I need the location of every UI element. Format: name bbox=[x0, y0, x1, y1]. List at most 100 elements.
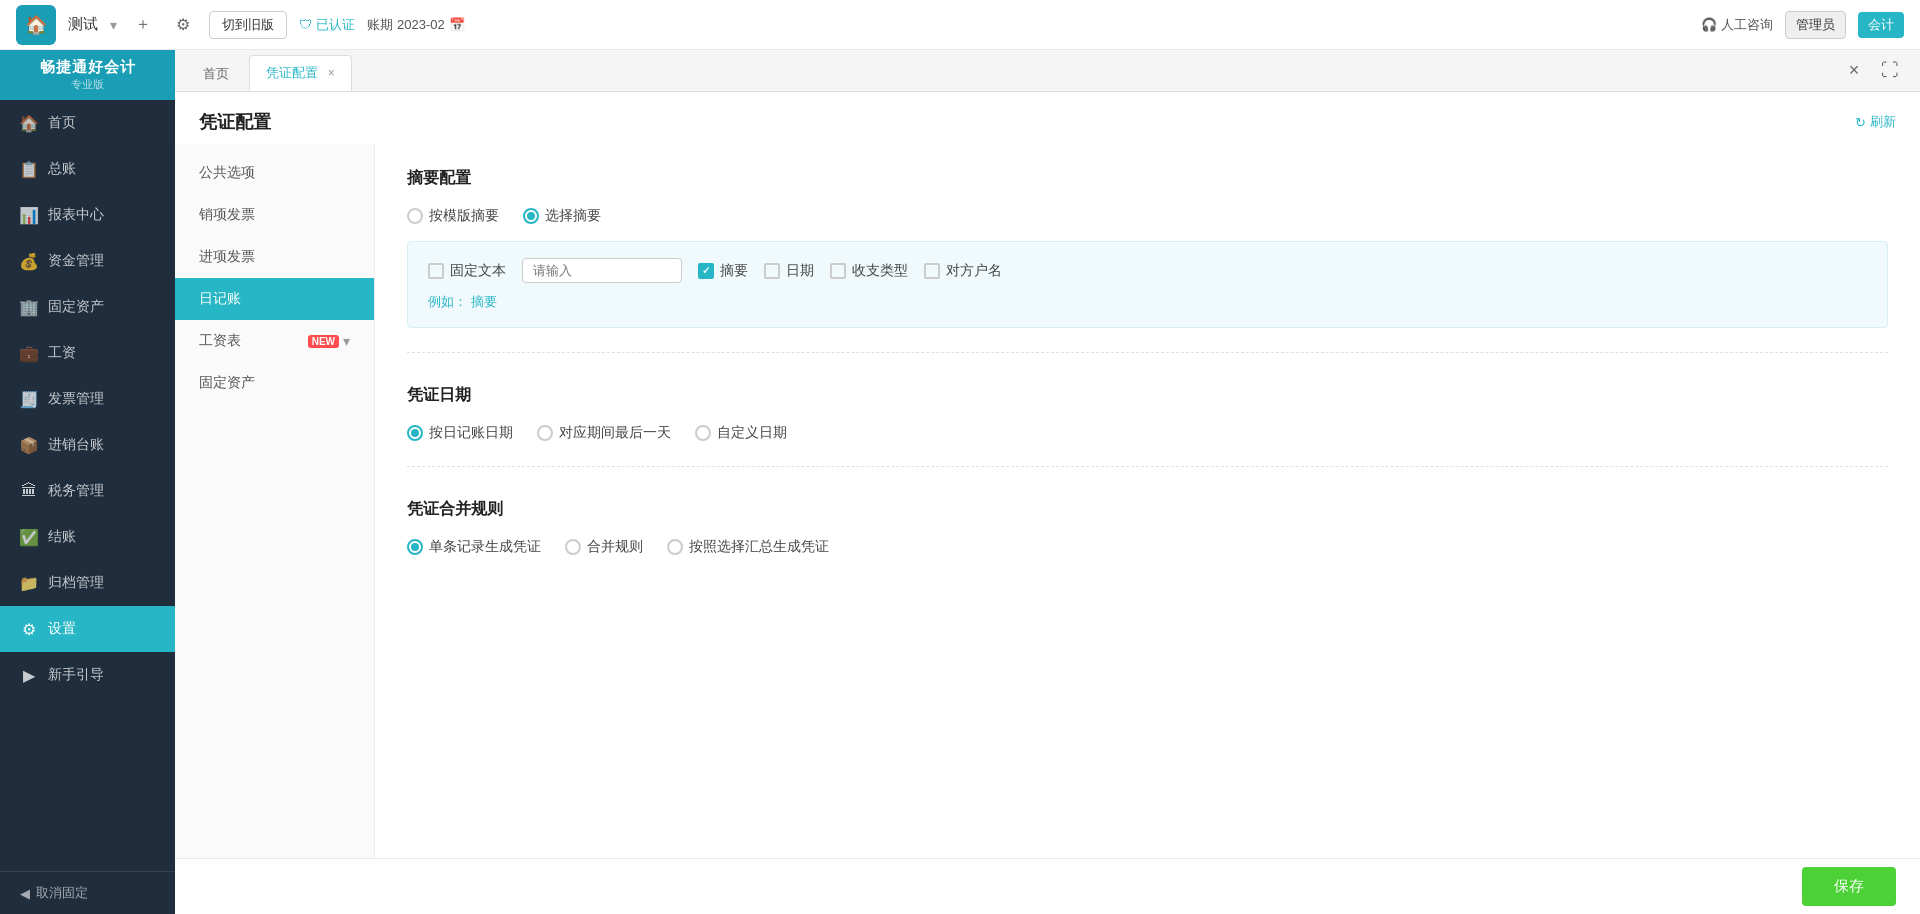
checkbox-counterpart[interactable]: 对方户名 bbox=[924, 262, 1002, 280]
fixed-text-input[interactable] bbox=[522, 258, 682, 283]
project-name: 测试 bbox=[68, 15, 98, 34]
manager-btn[interactable]: 管理员 bbox=[1785, 11, 1846, 39]
sidebar-logo-sub: 专业版 bbox=[71, 77, 104, 92]
checkbox-box-date bbox=[764, 263, 780, 279]
tab-home[interactable]: 首页 bbox=[187, 57, 245, 91]
nav-item-fixed-assets[interactable]: 固定资产 bbox=[175, 362, 374, 404]
radio-dot-select bbox=[527, 212, 535, 220]
sidebar-item-label: 结账 bbox=[48, 528, 76, 546]
report-icon: 📊 bbox=[20, 206, 38, 224]
page-title: 凭证配置 bbox=[199, 110, 271, 134]
save-button[interactable]: 保存 bbox=[1802, 867, 1896, 906]
example-text: 例如： 摘要 bbox=[428, 293, 1867, 311]
summary-title: 摘要配置 bbox=[407, 168, 1888, 189]
tax-icon: 🏛 bbox=[20, 482, 38, 500]
topbar: 🏠 测试 ▾ ＋ ⚙ 切到旧版 🛡 已认证 账期 2023-02 📅 🎧 人工咨… bbox=[0, 0, 1920, 50]
sidebar-item-label: 发票管理 bbox=[48, 390, 104, 408]
tab-voucher-config[interactable]: 凭证配置 × bbox=[249, 55, 352, 91]
sidebar-item-invoice[interactable]: 🧾 发票管理 bbox=[0, 376, 175, 422]
nav-item-journal[interactable]: 日记账 bbox=[175, 278, 374, 320]
project-dropdown-icon[interactable]: ▾ bbox=[110, 17, 117, 33]
sidebar-item-home[interactable]: 🏠 首页 bbox=[0, 100, 175, 146]
refresh-btn[interactable]: ↻ 刷新 bbox=[1855, 113, 1896, 131]
summary-config-row: 固定文本 ✓ 摘要 bbox=[428, 258, 1867, 283]
right-panel-scroll: 摘要配置 按模版摘要 bbox=[375, 144, 1920, 858]
home-icon: 🏠 bbox=[20, 114, 38, 132]
sidebar-item-settle[interactable]: ✅ 结账 bbox=[0, 514, 175, 560]
sidebar-item-label: 进销台账 bbox=[48, 436, 104, 454]
calendar-icon[interactable]: 📅 bbox=[449, 17, 465, 32]
invoice-icon: 🧾 bbox=[20, 390, 38, 408]
cancel-pin-btn[interactable]: ◀ 取消固定 bbox=[0, 871, 175, 914]
capital-icon: 💰 bbox=[20, 252, 38, 270]
payroll-expand-icon[interactable]: ▾ bbox=[343, 333, 350, 349]
radio-circle-merge bbox=[565, 539, 581, 555]
logo-icon[interactable]: 🏠 bbox=[16, 5, 56, 45]
sidebar-item-capital[interactable]: 💰 资金管理 bbox=[0, 238, 175, 284]
radio-circle-single bbox=[407, 539, 423, 555]
merge-title: 凭证合并规则 bbox=[407, 499, 1888, 520]
checkbox-summary[interactable]: ✓ 摘要 bbox=[698, 262, 748, 280]
checkbox-box-summary: ✓ bbox=[698, 263, 714, 279]
consult-btn[interactable]: 🎧 人工咨询 bbox=[1701, 16, 1773, 34]
radio-circle-journal-date bbox=[407, 425, 423, 441]
right-panel: 摘要配置 按模版摘要 bbox=[375, 144, 1920, 636]
date-section: 凭证日期 按日记账日期 bbox=[407, 385, 1888, 467]
main-area: 首页 凭证配置 × × ⛶ 凭证配置 ↻ 刷新 bbox=[175, 50, 1920, 914]
tab-close-icon[interactable]: × bbox=[328, 66, 335, 80]
nav-item-sales-invoice[interactable]: 销项发票 bbox=[175, 194, 374, 236]
radio-custom-date[interactable]: 自定义日期 bbox=[695, 424, 787, 442]
sidebar-item-trade[interactable]: 📦 进销台账 bbox=[0, 422, 175, 468]
sidebar: 畅捷通好会计 专业版 🏠 首页 📋 总账 📊 报表中心 💰 资金管理 🏢 bbox=[0, 50, 175, 914]
nav-item-payroll[interactable]: 工资表 NEW ▾ bbox=[175, 320, 374, 362]
new-badge: NEW bbox=[308, 335, 339, 348]
merge-radio-group: 单条记录生成凭证 合并规则 按照选择汇总生成凭证 bbox=[407, 538, 1888, 556]
checkbox-date[interactable]: 日期 bbox=[764, 262, 814, 280]
ledger-icon: 📋 bbox=[20, 160, 38, 178]
sidebar-item-asset[interactable]: 🏢 固定资产 bbox=[0, 284, 175, 330]
radio-single-record[interactable]: 单条记录生成凭证 bbox=[407, 538, 541, 556]
expand-window-icon[interactable]: ⛶ bbox=[1876, 57, 1904, 85]
inner-layout: 公共选项 销项发票 进项发票 日记账 工资表 NEW bbox=[175, 144, 1920, 858]
content-area: 凭证配置 ↻ 刷新 公共选项 销项发票 进项发票 bbox=[175, 92, 1920, 914]
sidebar-item-label: 新手引导 bbox=[48, 666, 104, 684]
radio-period-last[interactable]: 对应期间最后一天 bbox=[537, 424, 671, 442]
radio-journal-date[interactable]: 按日记账日期 bbox=[407, 424, 513, 442]
nav-item-public[interactable]: 公共选项 bbox=[175, 152, 374, 194]
sidebar-item-label: 报表中心 bbox=[48, 206, 104, 224]
sidebar-item-label: 税务管理 bbox=[48, 482, 104, 500]
sidebar-logo-text: 畅捷通好会计 bbox=[40, 58, 136, 77]
switch-to-old-btn[interactable]: 切到旧版 bbox=[209, 11, 287, 39]
settings-icon[interactable]: ⚙ bbox=[169, 11, 197, 39]
sidebar-item-label: 资金管理 bbox=[48, 252, 104, 270]
sidebar-item-label: 总账 bbox=[48, 160, 76, 178]
sidebar-item-wage[interactable]: 💼 工资 bbox=[0, 330, 175, 376]
sidebar-item-report[interactable]: 📊 报表中心 bbox=[0, 192, 175, 238]
accountant-btn[interactable]: 会计 bbox=[1858, 12, 1904, 38]
nav-item-purchase-invoice[interactable]: 进项发票 bbox=[175, 236, 374, 278]
radio-circle-select bbox=[523, 208, 539, 224]
left-nav: 公共选项 销项发票 进项发票 日记账 工资表 NEW bbox=[175, 144, 375, 858]
checkbox-fixed-text[interactable]: 固定文本 bbox=[428, 262, 506, 280]
close-window-icon[interactable]: × bbox=[1840, 57, 1868, 85]
period-info: 账期 2023-02 📅 bbox=[367, 16, 465, 34]
sidebar-item-guide[interactable]: ▶ 新手引导 bbox=[0, 652, 175, 698]
sidebar-item-archive[interactable]: 📁 归档管理 bbox=[0, 560, 175, 606]
sidebar-logo: 畅捷通好会计 专业版 bbox=[0, 50, 175, 100]
radio-select-merge[interactable]: 按照选择汇总生成凭证 bbox=[667, 538, 829, 556]
radio-circle-custom bbox=[695, 425, 711, 441]
sidebar-item-label: 固定资产 bbox=[48, 298, 104, 316]
radio-select-summary[interactable]: 选择摘要 bbox=[523, 207, 601, 225]
radio-template-summary[interactable]: 按模版摘要 bbox=[407, 207, 499, 225]
checkbox-income-type[interactable]: 收支类型 bbox=[830, 262, 908, 280]
add-icon[interactable]: ＋ bbox=[129, 11, 157, 39]
radio-circle-period-last bbox=[537, 425, 553, 441]
merge-section: 凭证合并规则 单条记录生成凭证 bbox=[407, 499, 1888, 580]
radio-dot-single bbox=[411, 543, 419, 551]
radio-merge-rule[interactable]: 合并规则 bbox=[565, 538, 643, 556]
sidebar-item-tax[interactable]: 🏛 税务管理 bbox=[0, 468, 175, 514]
sidebar-item-ledger[interactable]: 📋 总账 bbox=[0, 146, 175, 192]
summary-section: 摘要配置 按模版摘要 bbox=[407, 168, 1888, 353]
wage-icon: 💼 bbox=[20, 344, 38, 362]
sidebar-item-settings[interactable]: ⚙ 设置 bbox=[0, 606, 175, 652]
